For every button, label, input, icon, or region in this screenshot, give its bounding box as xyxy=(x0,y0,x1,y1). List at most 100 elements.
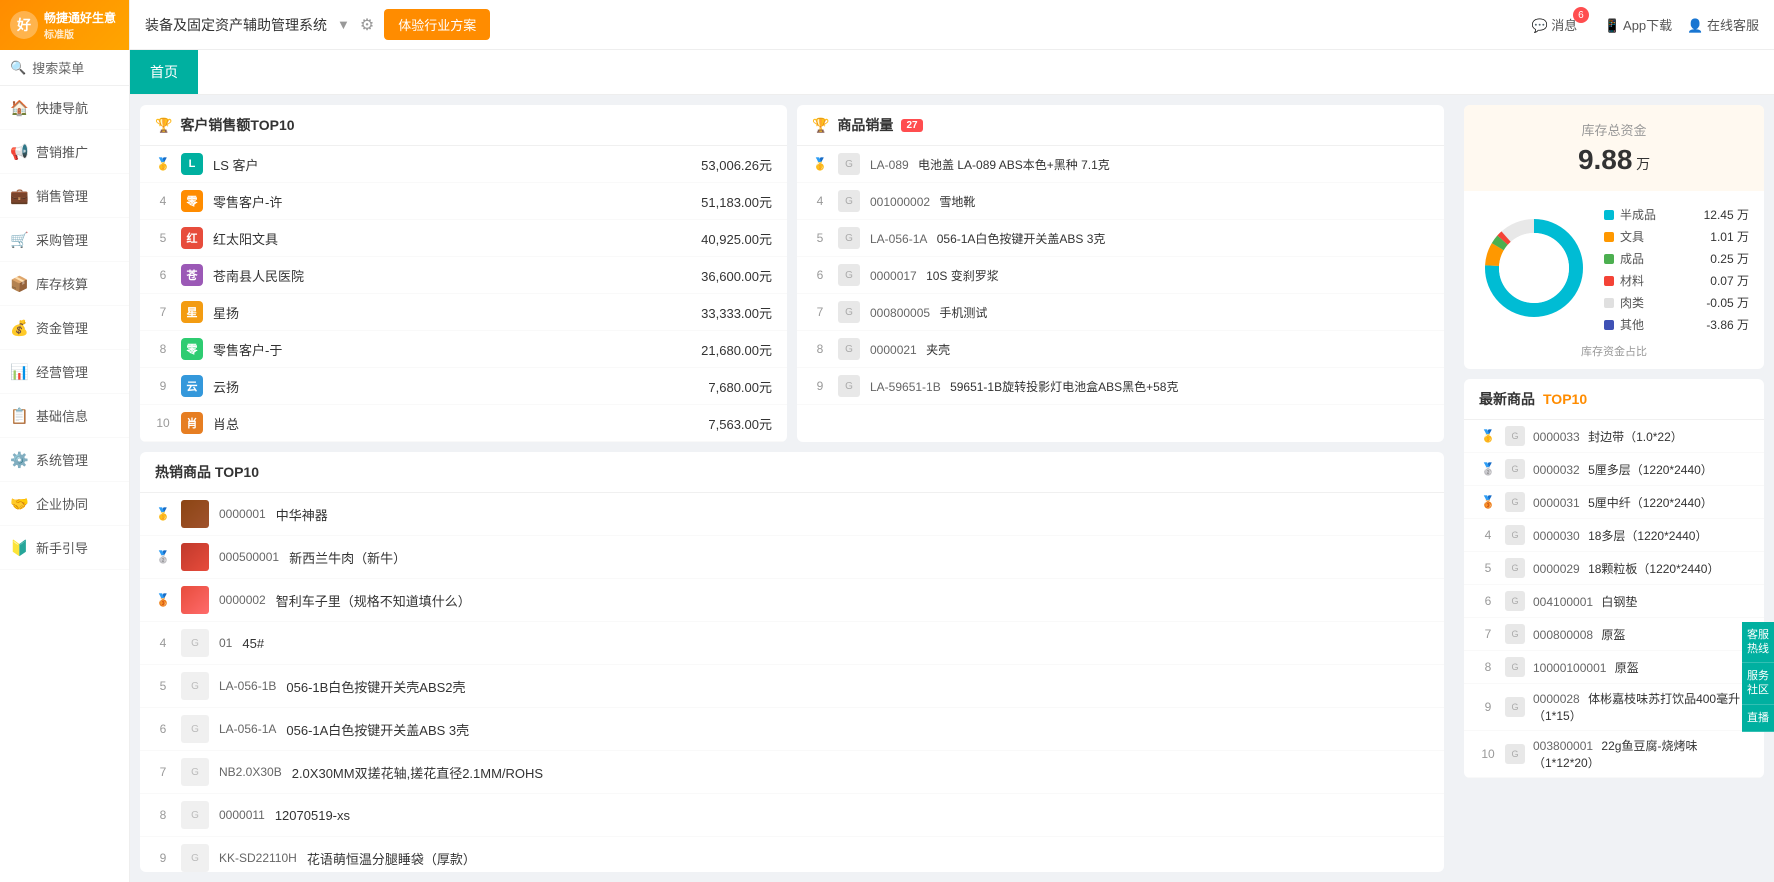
customer-rank-panel: 🏆 客户销售额TOP10 🥇 L LS 客户 53,006.26元 4 零 零售… xyxy=(140,105,787,442)
avatar: 零 xyxy=(181,338,203,360)
new-prod-code: 0000032 xyxy=(1533,463,1580,477)
try-btn[interactable]: 体验行业方案 xyxy=(384,9,490,40)
table-row: 8 零 零售客户-于 21,680.00元 xyxy=(140,331,787,368)
sidebar-label-operations: 经营管理 xyxy=(36,362,88,381)
prod-info: 0000021 夹壳 xyxy=(870,341,1429,358)
table-row: 4 零 零售客户-许 51,183.00元 xyxy=(140,183,787,220)
legend-dot xyxy=(1604,320,1614,330)
hot-prod-name: 新西兰牛肉（新牛） xyxy=(289,548,406,567)
settings-icon[interactable]: ⚙ xyxy=(360,15,374,35)
list-item: 10 G 003800001 22g鱼豆腐-烧烤味（1*12*20） xyxy=(1464,731,1764,778)
message-badge: 6 xyxy=(1573,7,1589,23)
stock-total-unit: 万 xyxy=(1636,156,1650,172)
hot-prod-code: KK-SD22110H xyxy=(219,851,297,865)
legend-item: 半成品 12.45 万 xyxy=(1604,206,1749,223)
list-item: 4 G 0000030 18多层（1220*2440） xyxy=(1464,519,1764,552)
customer-amount: 40,925.00元 xyxy=(701,229,772,248)
new-prod-info: 0000028 体彬嘉枝味苏打饮品400毫升（1*15） xyxy=(1533,690,1749,724)
table-row: 5 G LA-056-1A 056-1A白色按键开关盖ABS 3克 xyxy=(797,220,1444,257)
legend-item: 肉类 -0.05 万 xyxy=(1604,294,1749,311)
new-prod-thumb: G xyxy=(1505,657,1525,677)
basic-info-icon: 📋 xyxy=(10,407,28,425)
legend-item: 文具 1.01 万 xyxy=(1604,228,1749,245)
hot-prod-code: 0000011 xyxy=(219,808,265,822)
sidebar-item-marketing[interactable]: 📢 营销推广 xyxy=(0,130,129,174)
new-prod-thumb: G xyxy=(1505,697,1525,717)
donut-chart xyxy=(1479,213,1589,323)
message-item[interactable]: 💬 消息 6 xyxy=(1531,15,1588,34)
rank-num-prod-4: 4 xyxy=(812,194,828,208)
new-prod-code: 0000030 xyxy=(1533,529,1580,543)
legend-value: -0.05 万 xyxy=(1706,294,1749,311)
new-prod-thumb: G xyxy=(1505,624,1525,644)
app-logo: 好 畅捷通好生意 标准版 xyxy=(0,0,129,50)
prod-code: LA-59651-1B xyxy=(870,380,941,394)
cs-community-btn[interactable]: 服务社区 xyxy=(1742,663,1774,705)
system-icon: ⚙️ xyxy=(10,451,28,469)
hot-products-title: 热销商品 TOP10 xyxy=(155,462,259,482)
sidebar-item-inventory[interactable]: 📦 库存核算 xyxy=(0,262,129,306)
prod-name: 雪地靴 xyxy=(939,195,975,209)
table-row: 6 苍 苍南县人民医院 36,600.00元 xyxy=(140,257,787,294)
hot-prod-code: 000500001 xyxy=(219,550,279,564)
sidebar-item-finance[interactable]: 💰 资金管理 xyxy=(0,306,129,350)
prod-info: 0000017 10S 变刹罗浆 xyxy=(870,267,1429,284)
donut-label: 库存资金占比 xyxy=(1464,343,1764,369)
page-body: 🏆 客户销售额TOP10 🥇 L LS 客户 53,006.26元 4 零 零售… xyxy=(130,95,1774,882)
product-badge: 27 xyxy=(901,119,922,132)
list-item: 5 G 0000029 18颗粒板（1220*2440） xyxy=(1464,552,1764,585)
nav-tabs: 首页 xyxy=(130,50,1774,95)
table-row: 🥇 G LA-089 电池盖 LA-089 ABS本色+黑种 7.1克 xyxy=(797,146,1444,183)
legend-dot xyxy=(1604,276,1614,286)
sidebar-label-system: 系统管理 xyxy=(36,450,88,469)
sidebar-item-sales[interactable]: 💼 销售管理 xyxy=(0,174,129,218)
right-panels: 库存总资金 9.88 万 xyxy=(1454,95,1774,882)
hot-rank-8: 8 xyxy=(155,808,171,822)
new-prod-code: 0000031 xyxy=(1533,496,1580,510)
list-item: 🥇 0000001 中华神器 xyxy=(140,493,1444,536)
sidebar-item-quicknav[interactable]: 🏠 快捷导航 xyxy=(0,86,129,130)
app-name: 畅捷通好生意 xyxy=(44,9,116,26)
table-row: 7 G 000800005 手机测试 xyxy=(797,294,1444,331)
list-item: 7 G 000800008 原盔 xyxy=(1464,618,1764,651)
product-rank-title: 商品销量 xyxy=(837,115,893,135)
hot-rank-7: 7 xyxy=(155,765,171,779)
hot-prod-code: 0000002 xyxy=(219,593,266,607)
new-medal-3: 🥉 xyxy=(1479,495,1497,509)
hot-prod-name: 2.0X30MM双搓花轴,搓花直径2.1MM/ROHS xyxy=(292,763,543,782)
tab-home[interactable]: 首页 xyxy=(130,50,198,94)
online-service-item[interactable]: 👤 在线客服 xyxy=(1687,15,1759,34)
message-label: 消息 xyxy=(1551,18,1577,33)
search-icon: 🔍 xyxy=(10,60,26,76)
app-download-item[interactable]: 📱 App下载 xyxy=(1604,15,1672,34)
sidebar-item-operations[interactable]: 📊 经营管理 xyxy=(0,350,129,394)
sidebar-item-basic-info[interactable]: 📋 基础信息 xyxy=(0,394,129,438)
sidebar-item-purchase[interactable]: 🛒 采购管理 xyxy=(0,218,129,262)
cs-hotline-btn[interactable]: 客服热线 xyxy=(1742,622,1774,664)
cs-live-btn[interactable]: 直播 xyxy=(1742,705,1774,732)
sidebar-label-sales: 销售管理 xyxy=(36,186,88,205)
list-item: 5 G LA-056-1B 056-1B白色按键开关壳ABS2壳 xyxy=(140,665,1444,708)
stock-total: 库存总资金 9.88 万 xyxy=(1464,105,1764,191)
home-icon: 🏠 xyxy=(10,99,28,117)
collab-icon: 🤝 xyxy=(10,495,28,513)
hot-product-placeholder: G xyxy=(181,715,209,743)
list-item: 🥈 G 0000032 5厘多层（1220*2440） xyxy=(1464,453,1764,486)
hot-rank-6: 6 xyxy=(155,722,171,736)
rank-num-6: 6 xyxy=(155,268,171,282)
trophy-icon-2: 🏆 xyxy=(812,117,829,134)
prod-name: 056-1A白色按键开关盖ABS 3克 xyxy=(937,232,1106,246)
stock-panel: 库存总资金 9.88 万 xyxy=(1464,105,1764,369)
prod-code: 0000017 xyxy=(870,269,917,283)
customer-rank-header: 🏆 客户销售额TOP10 xyxy=(140,105,787,146)
hot-products-header: 热销商品 TOP10 xyxy=(140,452,1444,493)
search-menu[interactable]: 🔍 搜索菜单 xyxy=(0,50,129,86)
new-prod-name: 5厘中纤（1220*2440） xyxy=(1588,496,1713,510)
customer-name: 星扬 xyxy=(213,303,691,322)
sidebar-label-purchase: 采购管理 xyxy=(36,230,88,249)
sidebar-item-guide[interactable]: 🔰 新手引导 xyxy=(0,526,129,570)
sidebar-item-collab[interactable]: 🤝 企业协同 xyxy=(0,482,129,526)
sidebar: 好 畅捷通好生意 标准版 🔍 搜索菜单 🏠 快捷导航 📢 营销推广 💼 销售管理… xyxy=(0,0,130,882)
prod-name: 手机测试 xyxy=(939,306,987,320)
sidebar-item-system[interactable]: ⚙️ 系统管理 xyxy=(0,438,129,482)
